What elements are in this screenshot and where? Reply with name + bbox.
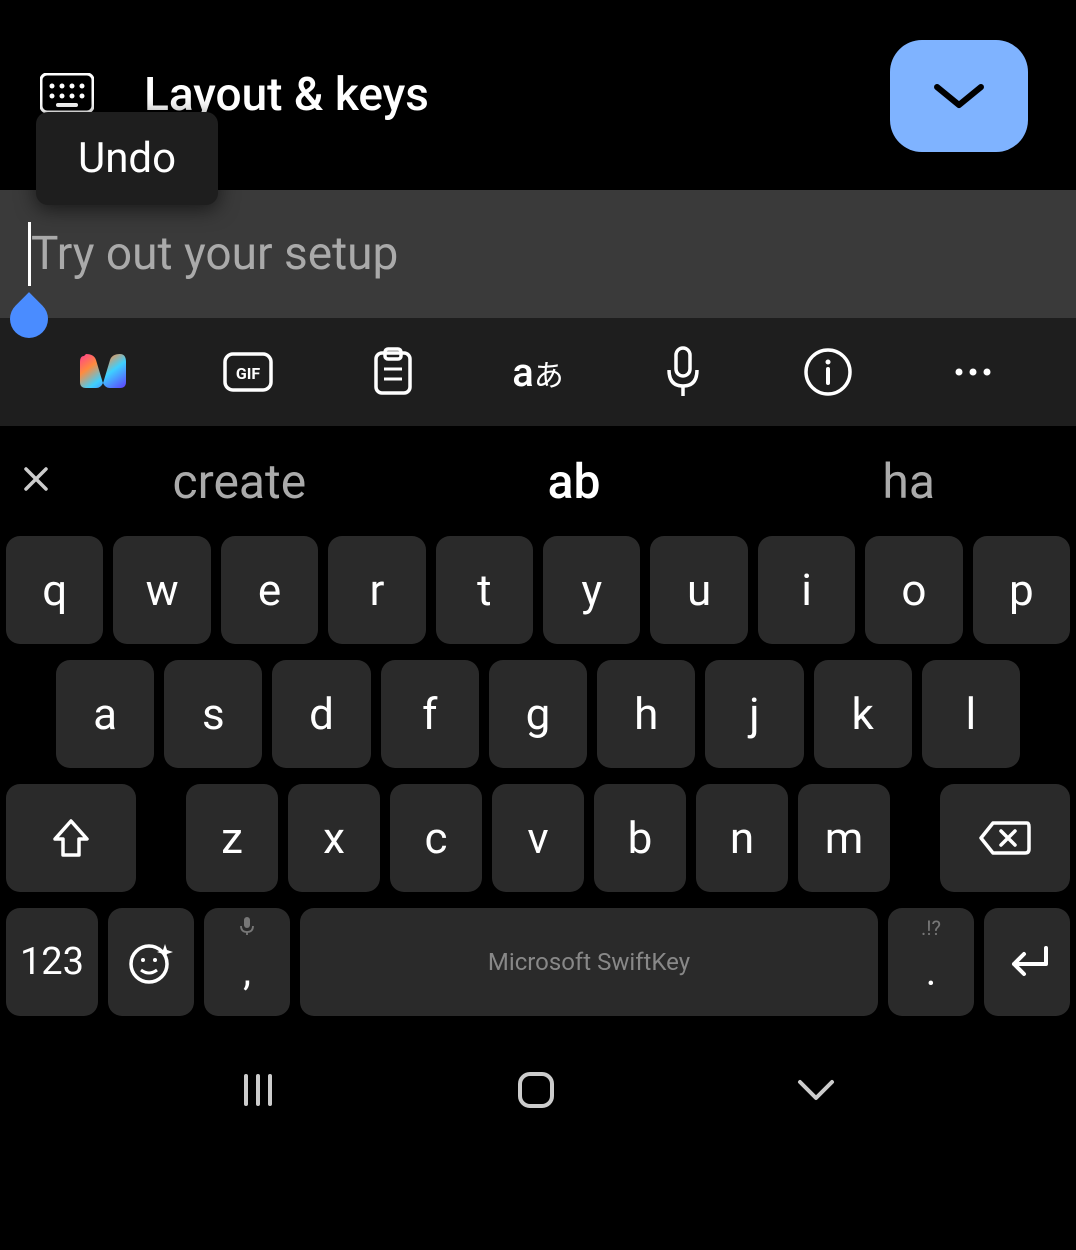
keyboard-icon <box>40 73 94 117</box>
translate-icon[interactable]: aあ <box>502 336 574 408</box>
key-r[interactable]: r <box>328 536 425 644</box>
period-key[interactable]: .!? . <box>888 908 974 1016</box>
comma-label: , <box>243 948 251 995</box>
shift-icon <box>51 817 91 859</box>
system-navbar <box>0 1032 1076 1152</box>
key-i[interactable]: i <box>758 536 855 644</box>
key-e[interactable]: e <box>221 536 318 644</box>
home-button[interactable] <box>514 1068 558 1116</box>
shift-key[interactable] <box>6 784 136 892</box>
key-o[interactable]: o <box>865 536 962 644</box>
key-p[interactable]: p <box>973 536 1070 644</box>
keyboard: q w e r t y u i o p a s d f g h j k l z … <box>0 536 1076 1016</box>
chevron-down-icon <box>794 1076 838 1104</box>
copilot-icon[interactable] <box>67 336 139 408</box>
key-j[interactable]: j <box>705 660 803 768</box>
key-h[interactable]: h <box>597 660 695 768</box>
mic-icon[interactable] <box>647 336 719 408</box>
suggestion-1[interactable]: create <box>72 453 407 510</box>
more-icon[interactable] <box>937 336 1009 408</box>
period-label: . <box>926 948 937 995</box>
key-v[interactable]: v <box>492 784 584 892</box>
space-key[interactable]: Microsoft SwiftKey <box>300 908 878 1016</box>
key-f[interactable]: f <box>381 660 479 768</box>
svg-text:GIF: GIF <box>236 364 261 383</box>
undo-popup[interactable]: Undo <box>36 112 218 205</box>
home-icon <box>514 1068 558 1112</box>
input-placeholder: Try out your setup <box>31 227 398 281</box>
key-b[interactable]: b <box>594 784 686 892</box>
key-c[interactable]: c <box>390 784 482 892</box>
recents-button[interactable] <box>238 1070 278 1114</box>
emoji-sparkle-icon <box>127 938 175 986</box>
key-k[interactable]: k <box>814 660 912 768</box>
key-g[interactable]: g <box>489 660 587 768</box>
comma-key[interactable]: , <box>204 908 290 1016</box>
test-input[interactable]: Try out your setup <box>0 190 1076 318</box>
key-m[interactable]: m <box>798 784 890 892</box>
close-suggestions-icon[interactable] <box>0 460 72 502</box>
info-icon[interactable] <box>792 336 864 408</box>
key-d[interactable]: d <box>272 660 370 768</box>
undo-label: Undo <box>78 134 176 183</box>
key-y[interactable]: y <box>543 536 640 644</box>
recents-icon <box>238 1070 278 1110</box>
clipboard-icon[interactable] <box>357 336 429 408</box>
key-a[interactable]: a <box>56 660 154 768</box>
space-label: Microsoft SwiftKey <box>488 948 690 976</box>
backspace-icon <box>979 819 1031 857</box>
header: Layout & keys Undo <box>0 0 1076 190</box>
chevron-down-icon <box>931 79 987 113</box>
keyboard-toolbar: GIF aあ <box>0 318 1076 426</box>
collapse-button[interactable] <box>890 40 1028 152</box>
key-w[interactable]: w <box>113 536 210 644</box>
key-x[interactable]: x <box>288 784 380 892</box>
mic-small-icon <box>240 916 254 941</box>
key-u[interactable]: u <box>650 536 747 644</box>
key-s[interactable]: s <box>164 660 262 768</box>
gif-icon[interactable]: GIF <box>212 336 284 408</box>
key-t[interactable]: t <box>436 536 533 644</box>
emoji-key[interactable] <box>108 908 194 1016</box>
key-n[interactable]: n <box>696 784 788 892</box>
key-l[interactable]: l <box>922 660 1020 768</box>
key-z[interactable]: z <box>186 784 278 892</box>
numeric-key[interactable]: 123 <box>6 908 98 1016</box>
suggestion-bar: create ab ha <box>0 426 1076 536</box>
hide-keyboard-button[interactable] <box>794 1076 838 1108</box>
suggestion-3[interactable]: ha <box>741 453 1076 510</box>
backspace-key[interactable] <box>940 784 1070 892</box>
period-upper: .!? <box>921 916 941 940</box>
enter-key[interactable] <box>984 908 1070 1016</box>
suggestion-2[interactable]: ab <box>407 453 742 510</box>
key-q[interactable]: q <box>6 536 103 644</box>
enter-icon <box>1002 944 1052 980</box>
